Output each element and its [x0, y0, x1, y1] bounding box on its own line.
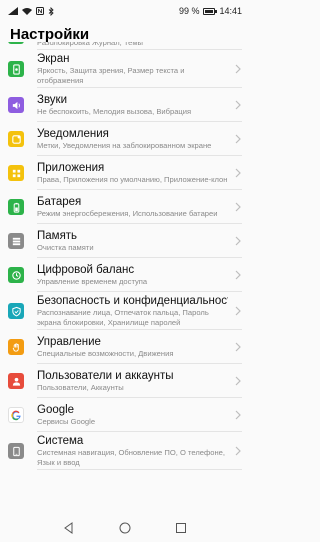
settings-row-accessibility[interactable]: Управление Специальные возможности, Движе… [0, 330, 250, 364]
row-subtitle: Метки, Уведомления на заблокированном эк… [37, 140, 212, 150]
status-icons-left [8, 6, 54, 16]
chevron-right-icon [235, 342, 241, 352]
chevron-right-icon [235, 376, 241, 386]
status-bar: 99 % 14:41 [0, 0, 250, 22]
row-subtitle: Управление временем доступа [37, 276, 148, 286]
back-icon[interactable] [63, 522, 75, 534]
row-title: Приложения [37, 161, 105, 174]
row-text: Батарея Режим энергосбережения, Использов… [37, 190, 242, 224]
google-icon [8, 407, 24, 423]
row-subtitle: Очистка памяти [37, 242, 94, 252]
row-text: Безопасность и конфиденциальность Распозн… [37, 292, 242, 330]
chevron-right-icon [235, 100, 241, 110]
battery-settings-icon [8, 199, 24, 215]
chevron-right-icon [235, 446, 241, 456]
chevron-right-icon [235, 168, 241, 178]
settings-row-notifications[interactable]: Уведомления Метки, Уведомления на заблоки… [0, 122, 250, 156]
row-title: Звуки [37, 93, 68, 106]
sound-icon [8, 97, 24, 113]
home-icon[interactable] [119, 522, 131, 534]
row-subtitle: Права, Приложения по умолчанию, Приложен… [37, 174, 228, 184]
row-text: Уведомления Метки, Уведомления на заблоки… [37, 122, 242, 156]
row-title: Память [37, 229, 78, 242]
storage-icon [8, 233, 24, 249]
chevron-right-icon [235, 134, 241, 144]
row-text: Звуки Не беспокоить, Мелодия вызова, Вибр… [37, 88, 242, 122]
row-text: Пользователи и аккаунты Пользователи, Акк… [37, 364, 242, 398]
system-icon [8, 443, 24, 459]
navigation-bar [0, 514, 250, 542]
bluetooth-icon [48, 6, 54, 16]
row-subtitle: Распознавание лица, Отпечаток пальца, Па… [37, 307, 209, 327]
users-icon [8, 373, 24, 389]
signal-icon [8, 7, 18, 15]
row-text: Цифровой баланс Управление временем досту… [37, 258, 242, 292]
row-text: Экран Яркость, Защита зрения, Размер текс… [37, 50, 242, 88]
settings-row-wellbeing[interactable]: Цифровой баланс Управление временем досту… [0, 258, 250, 292]
recents-icon[interactable] [175, 522, 187, 534]
chevron-right-icon [235, 236, 241, 246]
settings-row-sound[interactable]: Звуки Не беспокоить, Мелодия вызова, Вибр… [0, 88, 250, 122]
apps-icon [8, 165, 24, 181]
row-subtitle: Яркость, Защита зрения, Размер текста и … [37, 65, 185, 85]
chevron-right-icon [235, 64, 241, 74]
row-title: Управление [37, 335, 101, 348]
settings-list[interactable]: Рабочий экран и обоиРазблокировка Журнал… [0, 36, 250, 514]
row-title: Безопасность и конфиденциальность [37, 294, 228, 307]
chevron-right-icon [235, 410, 241, 420]
accessibility-icon [8, 339, 24, 355]
row-subtitle: Не беспокоить, Мелодия вызова, Вибрация [37, 106, 192, 116]
settings-row-storage[interactable]: Память Очистка памяти [0, 224, 250, 258]
row-subtitle: Пользователи, Аккаунты [37, 382, 124, 392]
security-icon [8, 303, 24, 319]
settings-row-display[interactable]: Экран Яркость, Защита зрения, Размер текс… [0, 50, 250, 88]
row-text: Память Очистка памяти [37, 224, 242, 258]
chevron-right-icon [235, 270, 241, 280]
settings-row-apps[interactable]: Приложения Права, Приложения по умолчанию… [0, 156, 250, 190]
page-title: Настройки [0, 22, 250, 43]
row-title: Батарея [37, 195, 82, 208]
row-text: Управление Специальные возможности, Движе… [37, 330, 242, 364]
row-text: Система Системная навигация, Обновление П… [37, 432, 242, 470]
nfc-icon [36, 7, 44, 15]
row-text: Приложения Права, Приложения по умолчанию… [37, 156, 242, 190]
row-subtitle: Специальные возможности, Движения [37, 348, 174, 358]
status-icons-right: 99 % 14:41 [179, 6, 242, 16]
settings-row-google[interactable]: Google Сервисы Google [0, 398, 250, 432]
row-title: Экран [37, 52, 70, 65]
display-icon [8, 61, 24, 77]
chevron-right-icon [235, 202, 241, 212]
row-subtitle: Сервисы Google [37, 416, 96, 426]
row-title: Google [37, 403, 75, 416]
row-title: Цифровой баланс [37, 263, 135, 276]
clock: 14:41 [219, 6, 242, 16]
settings-row-users[interactable]: Пользователи и аккаунты Пользователи, Акк… [0, 364, 250, 398]
row-title: Система [37, 434, 84, 447]
row-subtitle: Режим энергосбережения, Использование ба… [37, 208, 218, 218]
row-title: Пользователи и аккаунты [37, 369, 174, 382]
battery-icon [203, 7, 218, 15]
row-title: Уведомления [37, 127, 109, 140]
battery-percent: 99 % [178, 6, 200, 16]
row-text: Google Сервисы Google [37, 398, 242, 432]
row-subtitle: Системная навигация, Обновление ПО, О те… [37, 447, 226, 467]
settings-row-battery[interactable]: Батарея Режим энергосбережения, Использов… [0, 190, 250, 224]
settings-row-security[interactable]: Безопасность и конфиденциальность Распозн… [0, 292, 250, 330]
chevron-right-icon [235, 306, 241, 316]
notifications-icon [8, 131, 24, 147]
digital-balance-icon [8, 267, 24, 283]
settings-row-system[interactable]: Система Системная навигация, Обновление П… [0, 432, 250, 470]
wifi-icon [22, 8, 32, 15]
